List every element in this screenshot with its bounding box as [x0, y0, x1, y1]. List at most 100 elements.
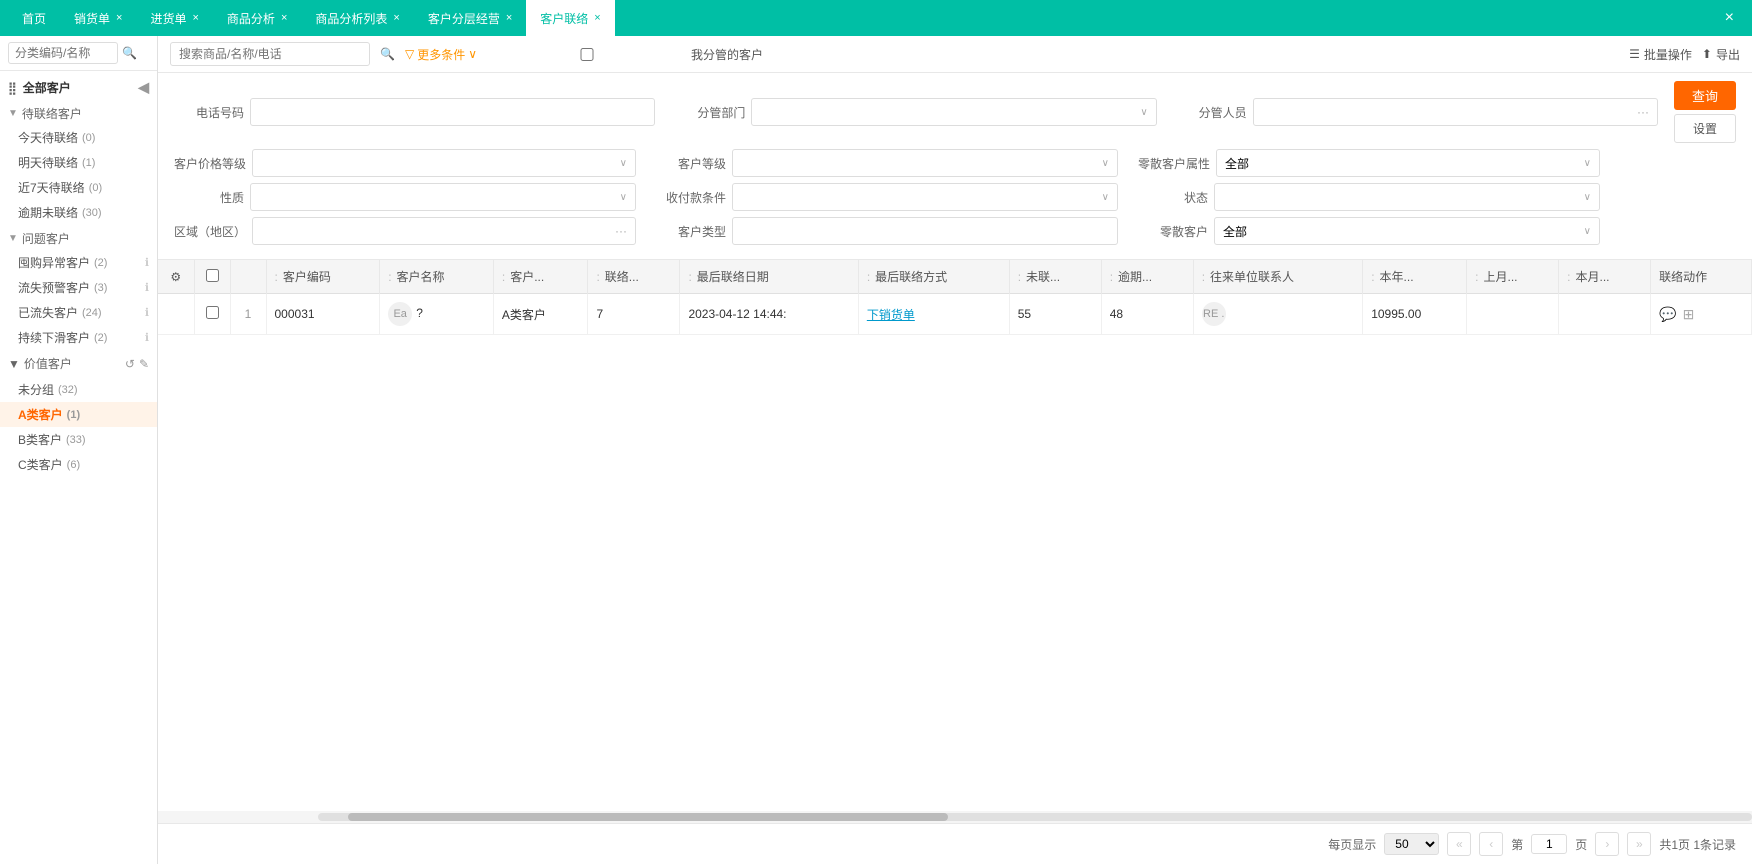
batch-ops-btn[interactable]: ☰ 批量操作 — [1629, 46, 1692, 63]
sidebar-group-problem[interactable]: ▼ 问题客户 — [0, 225, 157, 250]
dept-select[interactable]: ∨ — [751, 98, 1156, 126]
last-page-btn[interactable]: » — [1627, 832, 1651, 856]
filter-cell-phone: 电话号码 — [174, 98, 655, 126]
sidebar-search-icon[interactable]: 🔍 — [122, 46, 137, 60]
cust-level-select[interactable]: ∨ — [732, 149, 1118, 177]
filter-cell-retail-attr: 零散客户属性 全部 ∨ — [1138, 149, 1600, 177]
nav-tab-close[interactable]: × — [393, 12, 399, 24]
sidebar-item-7days[interactable]: 近7天待联络 (0) — [0, 175, 157, 200]
sidebar-search-input[interactable] — [8, 42, 118, 64]
nav-tab-close[interactable]: × — [192, 12, 198, 24]
col-code[interactable]: :客户编码 — [266, 260, 380, 294]
next-page-btn[interactable]: › — [1595, 832, 1619, 856]
nav-tab-purchase[interactable]: 进货单 × — [136, 0, 212, 36]
export-label: 导出 — [1716, 46, 1740, 63]
sidebar-item-overdue[interactable]: 逾期未联络 (30) — [0, 200, 157, 225]
sidebar-item-class-b[interactable]: B类客户 (33) — [0, 427, 157, 452]
search-input[interactable] — [170, 42, 370, 66]
filter-cell-dept: 分管部门 ∨ — [675, 98, 1156, 126]
cell-last-method[interactable]: 下销货单 — [858, 294, 1009, 335]
item-label: 近7天待联络 — [18, 179, 85, 196]
person-input[interactable]: ··· — [1253, 98, 1658, 126]
filter-cell-status: 状态 ∨ — [1138, 183, 1600, 211]
sidebar-item-class-c[interactable]: C类客户 (6) — [0, 452, 157, 477]
col-type[interactable]: :客户... — [493, 260, 588, 294]
row-checkbox[interactable] — [206, 306, 219, 319]
col-unit-contact[interactable]: :往来单位联系人 — [1193, 260, 1363, 294]
nav-tab-close[interactable]: × — [281, 12, 287, 24]
sidebar-item-class-a[interactable]: A类客户 (1) — [0, 402, 157, 427]
page-size-select[interactable]: 50 10 20 100 — [1384, 833, 1439, 855]
status-select[interactable]: ∨ — [1214, 183, 1600, 211]
cell-checkbox[interactable] — [194, 294, 230, 335]
sidebar-item-declining[interactable]: 持续下滑客户 (2) ℹ — [0, 325, 157, 350]
first-page-btn[interactable]: « — [1447, 832, 1471, 856]
col-last-method[interactable]: :最后联络方式 — [858, 260, 1009, 294]
my-customers-check[interactable] — [487, 48, 687, 61]
retail-cust-select[interactable]: 全部 ∨ — [1214, 217, 1600, 245]
group-label[interactable]: 价值客户 — [24, 355, 72, 372]
select-all-checkbox[interactable] — [206, 269, 219, 282]
col-overdue[interactable]: :逾期... — [1101, 260, 1193, 294]
col-no-contact[interactable]: :未联... — [1009, 260, 1101, 294]
sidebar-all-customers-label[interactable]: 全部客户 — [23, 79, 71, 96]
settings-button[interactable]: 设置 — [1674, 114, 1736, 143]
col-name[interactable]: :客户名称 — [380, 260, 494, 294]
cust-type-input[interactable] — [732, 217, 1118, 245]
nav-tab-close[interactable]: × — [506, 12, 512, 24]
nav-tab-analysis-list[interactable]: 商品分析列表 × — [301, 0, 413, 36]
sidebar-item-today[interactable]: 今天待联络 (0) — [0, 125, 157, 150]
col-contact[interactable]: :联络... — [588, 260, 680, 294]
region-input[interactable]: ··· — [252, 217, 636, 245]
scrollbar-thumb[interactable] — [348, 813, 948, 821]
horizontal-scrollbar[interactable] — [158, 811, 1752, 823]
nav-tab-customer-contact[interactable]: 客户联络 × — [526, 0, 614, 36]
more-conditions-btn[interactable]: ▽ 更多条件 ∨ — [405, 46, 477, 63]
col-last-month[interactable]: :上月... — [1467, 260, 1559, 294]
item-count: (0) — [82, 132, 95, 144]
prev-page-btn[interactable]: ‹ — [1479, 832, 1503, 856]
item-label: 已流失客户 — [18, 304, 78, 321]
col-this-year[interactable]: :本年... — [1363, 260, 1467, 294]
payment-select[interactable]: ∨ — [732, 183, 1118, 211]
col-last-date[interactable]: :最后联络日期 — [680, 260, 858, 294]
nav-tab-close[interactable]: × — [594, 12, 600, 24]
cell-settings[interactable] — [158, 294, 194, 335]
search-icon[interactable]: 🔍 — [380, 47, 395, 61]
sidebar-item-ungrouped[interactable]: 未分组 (32) — [0, 377, 157, 402]
my-customers-checkbox[interactable]: 我分管的客户 — [487, 46, 763, 63]
nav-close-all[interactable]: × — [1715, 9, 1744, 27]
qr-icon[interactable]: ⊞ — [1683, 306, 1695, 323]
cell-this-month — [1559, 294, 1651, 335]
nav-tab-customer-segment[interactable]: 客户分层经营 × — [414, 0, 526, 36]
phone-input[interactable] — [250, 98, 655, 126]
item-count: (2) — [94, 332, 107, 344]
chat-icon[interactable]: 💬 — [1659, 306, 1676, 323]
retail-attr-select[interactable]: 全部 ∨ — [1216, 149, 1600, 177]
col-settings[interactable]: ⚙ — [158, 260, 194, 294]
nav-tab-home[interactable]: 首页 — [8, 0, 60, 36]
sidebar-item-tomorrow[interactable]: 明天待联络 (1) — [0, 150, 157, 175]
page-label: 第 — [1511, 836, 1523, 853]
price-level-select[interactable]: ∨ — [252, 149, 636, 177]
filter-label-cust-level: 客户等级 — [656, 155, 726, 172]
export-btn[interactable]: ⬆ 导出 — [1702, 46, 1740, 63]
edit-icon[interactable]: ✎ — [139, 357, 149, 371]
col-this-month[interactable]: :本月... — [1559, 260, 1651, 294]
nature-select[interactable]: ∨ — [250, 183, 636, 211]
sidebar-collapse-icon[interactable]: ◀ — [138, 79, 149, 96]
nav-tab-close[interactable]: × — [116, 12, 122, 24]
sidebar-item-churn-warning[interactable]: 流失预警客户 (3) ℹ — [0, 275, 157, 300]
page-input[interactable] — [1531, 834, 1567, 854]
query-button[interactable]: 查询 — [1674, 81, 1736, 110]
nav-tab-sales[interactable]: 销货单 × — [60, 0, 136, 36]
filter-icon: ▽ — [405, 47, 414, 61]
sidebar-item-hoarding[interactable]: 囤购异常客户 (2) ℹ — [0, 250, 157, 275]
refresh-icon[interactable]: ↺ — [125, 357, 135, 371]
sidebar-item-churned[interactable]: 已流失客户 (24) ℹ — [0, 300, 157, 325]
sidebar-group-pending[interactable]: ▼ 待联络客户 — [0, 100, 157, 125]
info-icon: ℹ — [145, 331, 149, 344]
contact-method-link[interactable]: 下销货单 — [867, 308, 915, 322]
col-checkbox[interactable] — [194, 260, 230, 294]
nav-tab-analysis[interactable]: 商品分析 × — [213, 0, 301, 36]
